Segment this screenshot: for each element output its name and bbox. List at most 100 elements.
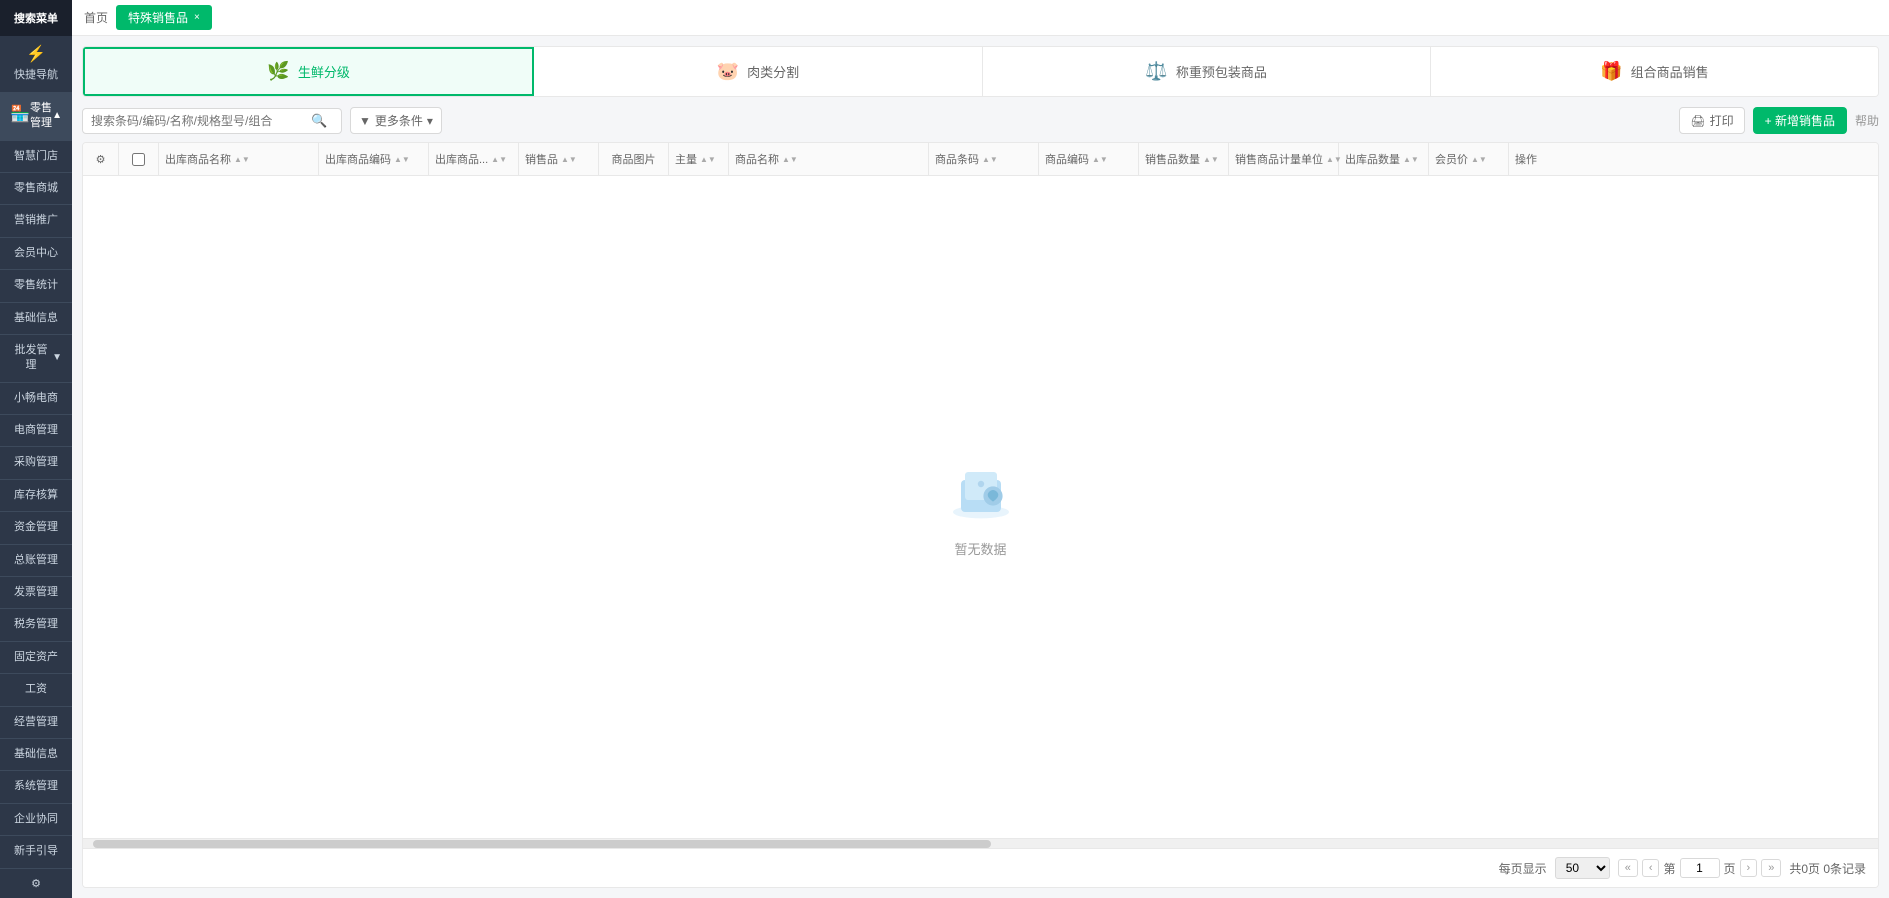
search-icon[interactable]: 🔍: [311, 113, 327, 129]
sidebar-item-label: 会员中心: [14, 246, 58, 261]
sidebar-item-sales-promo[interactable]: 营销推广: [0, 205, 72, 237]
fresh-grade-icon: 🌿: [267, 61, 289, 82]
help-button[interactable]: 帮助: [1855, 112, 1879, 129]
first-page-button[interactable]: «: [1618, 859, 1638, 877]
tab-label: 称重预包装商品: [1176, 62, 1267, 81]
sidebar-item-label: 库存核算: [14, 488, 58, 503]
th-out-goods-code: 出库商品编码 ▲▼: [319, 143, 429, 175]
sort-icon[interactable]: ▲▼: [1092, 155, 1108, 164]
filter-button[interactable]: ▼ 更多条件 ▾: [350, 107, 442, 134]
select-all-checkbox[interactable]: [132, 153, 145, 166]
content-area: 🌿 生鲜分级 🐷 肉类分割 ⚖️ 称重预包装商品 🎁 组合商品销售 🔍: [72, 36, 1889, 898]
sidebar-item-ecommerce-mgmt[interactable]: 电商管理: [0, 415, 72, 447]
sidebar-item-label: 系统管理: [14, 779, 58, 794]
prev-page-button[interactable]: ‹: [1642, 859, 1660, 877]
close-tab-icon[interactable]: ×: [194, 12, 200, 23]
sidebar-item-label: 零售管理: [30, 101, 52, 132]
col-label: 销售商品计量单位: [1235, 151, 1323, 167]
total-records-text: 共0页 0条记录: [1789, 860, 1866, 877]
horizontal-scrollbar[interactable]: [83, 838, 1878, 848]
page-size-label: 每页显示: [1499, 860, 1547, 877]
tab-fresh-grade[interactable]: 🌿 生鲜分级: [83, 47, 534, 96]
empty-state-illustration: [941, 457, 1021, 527]
sort-icon[interactable]: ▲▼: [1403, 155, 1419, 164]
search-input[interactable]: [91, 114, 311, 128]
search-box[interactable]: 🔍: [82, 108, 342, 134]
tab-combo-sales[interactable]: 🎁 组合商品销售: [1431, 47, 1878, 96]
sidebar-item-label: 小畅电商: [14, 391, 58, 406]
sidebar-item-smart-store[interactable]: 智慧门店: [0, 141, 72, 173]
page-nav: « ‹ 第 页 › »: [1618, 858, 1782, 878]
sort-icon[interactable]: ▲▼: [394, 155, 410, 164]
sort-icon[interactable]: ▲▼: [561, 155, 577, 164]
sidebar-item-retail-stats[interactable]: 零售统计: [0, 270, 72, 302]
sidebar-item-label: 工资: [25, 682, 47, 697]
filter-label: 更多条件: [375, 112, 423, 129]
page-size-select[interactable]: 50 20 100: [1555, 857, 1610, 879]
scrollbar-thumb[interactable]: [93, 840, 991, 848]
tab-meat-division[interactable]: 🐷 肉类分割: [534, 47, 982, 96]
sidebar-item-ops-mgmt[interactable]: 经营管理: [0, 707, 72, 739]
sidebar-item-label: 零售商城: [14, 181, 58, 196]
sidebar-item-quick-nav[interactable]: ⚡ 快捷导航: [0, 36, 72, 93]
next-page-button[interactable]: ›: [1740, 859, 1758, 877]
sort-icon[interactable]: ▲▼: [782, 155, 798, 164]
sidebar-item-label: 税务管理: [14, 617, 58, 632]
sidebar-item-tax-mgmt[interactable]: 税务管理: [0, 609, 72, 641]
col-label: 会员价: [1435, 151, 1468, 167]
sidebar-item-wholesale-mgmt[interactable]: 批发管理 ▼: [0, 335, 72, 383]
sort-icon[interactable]: ▲▼: [982, 155, 998, 164]
th-setting[interactable]: ⚙: [83, 143, 119, 175]
sort-icon[interactable]: ▲▼: [1471, 155, 1487, 164]
col-label: 出库商品名称: [165, 151, 231, 167]
last-page-button[interactable]: »: [1761, 859, 1781, 877]
sidebar-item-label: 总账管理: [14, 553, 58, 568]
sidebar-item-fixed-assets[interactable]: 固定资产: [0, 642, 72, 674]
sidebar-settings-gear[interactable]: ⚙: [0, 869, 72, 898]
sidebar-item-mini-ecommerce[interactable]: 小畅电商: [0, 383, 72, 415]
tab-weigh-pack[interactable]: ⚖️ 称重预包装商品: [983, 47, 1431, 96]
th-checkbox[interactable]: [119, 143, 159, 175]
page-number-input[interactable]: [1680, 858, 1720, 878]
sidebar-item-retail-mgmt[interactable]: 🏪 零售管理 ▲: [0, 93, 72, 141]
active-tab[interactable]: 特殊销售品 ×: [116, 5, 212, 30]
empty-state: 暂无数据: [83, 176, 1878, 838]
sort-icon[interactable]: ▲▼: [1203, 155, 1219, 164]
col-label: 商品名称: [735, 151, 779, 167]
sidebar-item-basic-info[interactable]: 基础信息: [0, 303, 72, 335]
sidebar-item-retail-mall[interactable]: 零售商城: [0, 173, 72, 205]
sidebar-logo[interactable]: 搜索菜单: [0, 0, 72, 36]
sidebar-item-payroll[interactable]: 工资: [0, 674, 72, 706]
add-sale-item-button[interactable]: + 新增销售品: [1753, 107, 1847, 134]
sidebar-item-member-center[interactable]: 会员中心: [0, 238, 72, 270]
sidebar-item-invoice-mgmt[interactable]: 发票管理: [0, 577, 72, 609]
sidebar-item-general-ledger[interactable]: 总账管理: [0, 545, 72, 577]
sidebar-item-enterprise[interactable]: 企业协同: [0, 804, 72, 836]
top-nav: 首页 特殊销售品 ×: [72, 0, 1889, 36]
sidebar-item-new-guide[interactable]: 新手引导: [0, 836, 72, 868]
col-label: 操作: [1515, 151, 1537, 167]
print-button[interactable]: 🖨 打印: [1679, 107, 1744, 134]
data-table: ⚙ 出库商品名称 ▲▼ 出库商品编码 ▲▼ 出库商品... ▲▼: [82, 142, 1879, 888]
toolbar: 🔍 ▼ 更多条件 ▾ 🖨 打印 + 新增销售品 帮助: [82, 107, 1879, 134]
sidebar-logo-text: 搜索菜单: [14, 10, 58, 26]
th-out-qty: 出库品数量 ▲▼: [1339, 143, 1429, 175]
sort-icon[interactable]: ▲▼: [491, 155, 507, 164]
expand-arrow-icon: ▲: [52, 109, 62, 123]
sidebar-item-purchase-mgmt[interactable]: 采购管理: [0, 447, 72, 479]
sidebar-item-label: 发票管理: [14, 585, 58, 600]
sidebar-item-label: 电商管理: [14, 423, 58, 438]
sidebar-item-sys-mgmt[interactable]: 系统管理: [0, 771, 72, 803]
col-label: 出库品数量: [1345, 151, 1400, 167]
sidebar-item-inventory[interactable]: 库存核算: [0, 480, 72, 512]
th-unit: 销售商品计量单位 ▲▼: [1229, 143, 1339, 175]
sidebar-item-finance-mgmt[interactable]: 资金管理: [0, 512, 72, 544]
pagination: 每页显示 50 20 100 « ‹ 第 页 › » 共0页 0条记录: [83, 848, 1878, 887]
sort-icon[interactable]: ▲▼: [234, 155, 250, 164]
settings-gear-icon: ⚙: [31, 877, 41, 890]
sidebar-item-basic-info2[interactable]: 基础信息: [0, 739, 72, 771]
sort-icon[interactable]: ▲▼: [700, 155, 716, 164]
home-link[interactable]: 首页: [84, 9, 108, 26]
col-label: 销售品: [525, 151, 558, 167]
page-unit-label: 页: [1724, 860, 1736, 877]
